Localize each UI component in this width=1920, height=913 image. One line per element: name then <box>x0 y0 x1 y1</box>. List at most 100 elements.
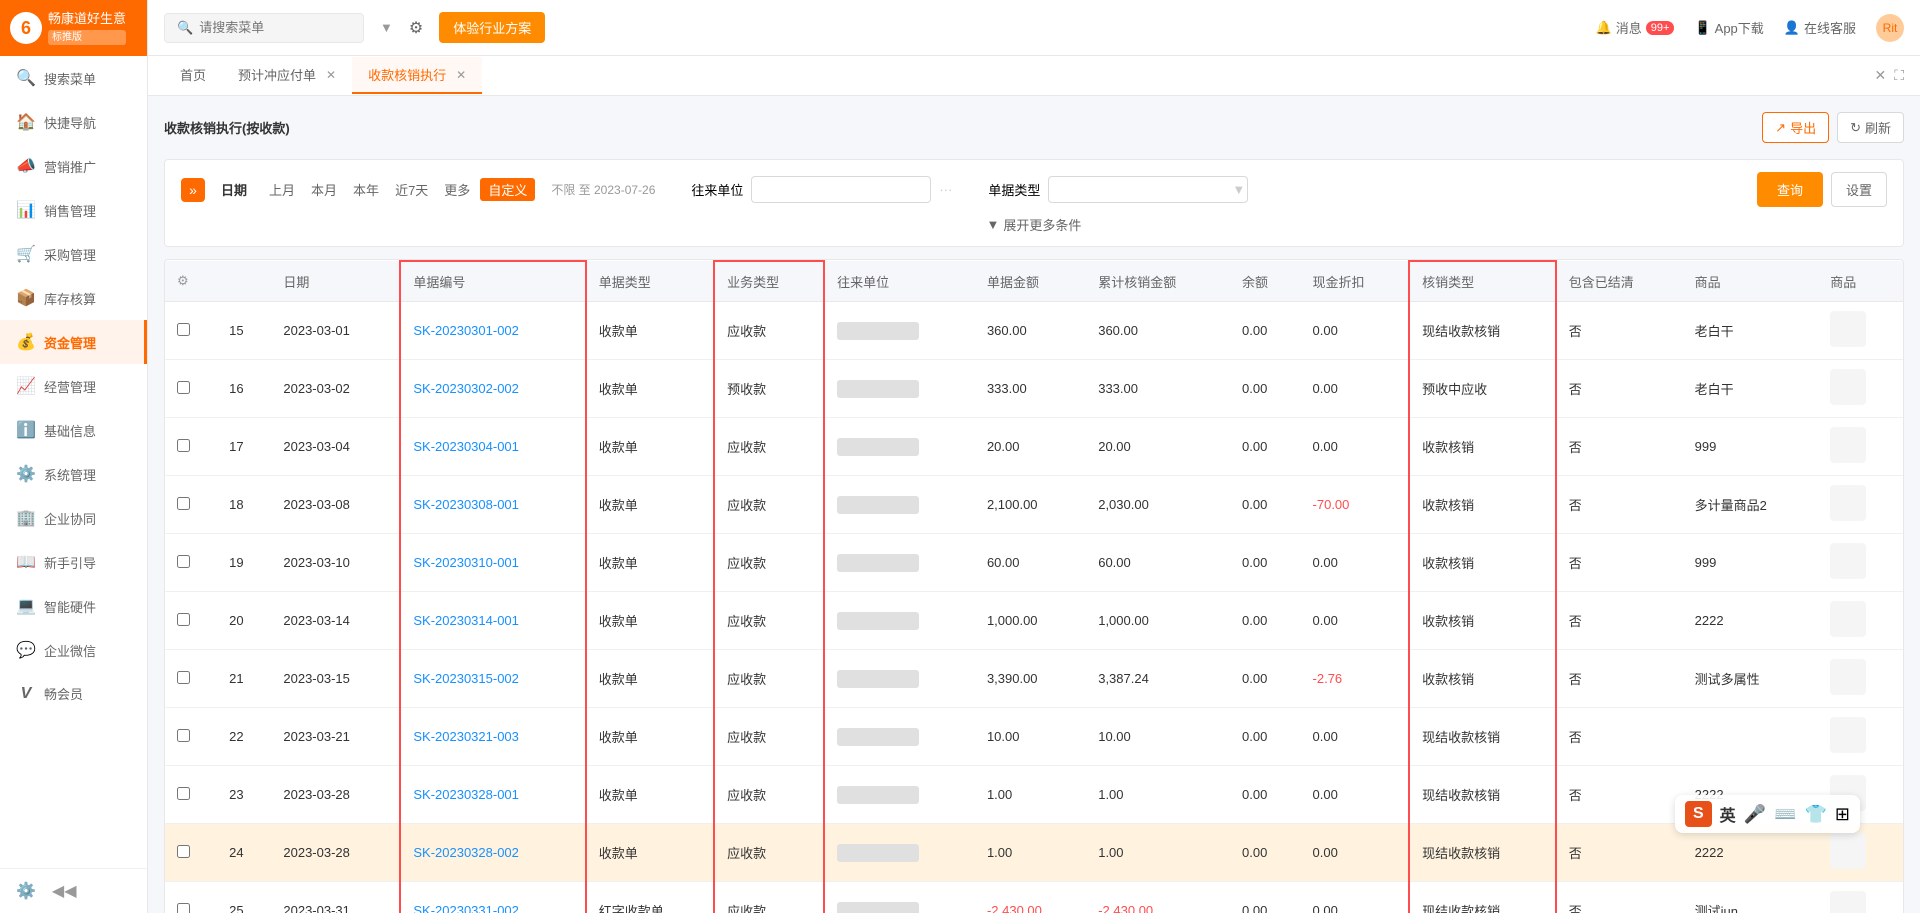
row-checkbox[interactable] <box>177 439 190 452</box>
sidebar-item-finance[interactable]: 💰 资金管理 <box>0 320 147 364</box>
tab-close-receipt[interactable]: ✕ <box>456 68 466 82</box>
export-button[interactable]: ↗ 导出 <box>1762 112 1829 143</box>
cell-index: 18 <box>217 476 271 534</box>
row-checkbox[interactable] <box>177 671 190 684</box>
user-avatar[interactable]: Rit <box>1876 14 1904 42</box>
filter-expand-button[interactable]: » <box>181 178 205 202</box>
sidebar-item-search[interactable]: 🔍 搜索菜单 <box>0 56 147 100</box>
solution-button[interactable]: 体验行业方案 <box>439 12 545 43</box>
cell-checkbox[interactable] <box>165 302 217 360</box>
dropdown-arrow-icon[interactable]: ▼ <box>380 20 393 35</box>
app-download-item[interactable]: 📱 App下载 <box>1694 18 1763 37</box>
row-checkbox[interactable] <box>177 555 190 568</box>
sidebar-item-system[interactable]: ⚙️ 系统管理 <box>0 452 147 496</box>
cell-checkbox[interactable] <box>165 418 217 476</box>
cell-checkbox[interactable] <box>165 824 217 882</box>
cell-balance: 0.00 <box>1230 766 1301 824</box>
finance-icon: 💰 <box>16 332 36 352</box>
tabbar-close-icon[interactable]: ✕ <box>1874 67 1886 84</box>
sidebar-item-hardware[interactable]: 💻 智能硬件 <box>0 584 147 628</box>
mic-icon[interactable]: 🎤 <box>1744 804 1766 825</box>
slip-no-link[interactable]: SK-20230302-002 <box>413 381 519 396</box>
slip-no-link[interactable]: SK-20230308-001 <box>413 497 519 512</box>
cell-checkbox[interactable] <box>165 360 217 418</box>
collapse-icon[interactable]: ◀◀ <box>52 881 77 901</box>
row-checkbox[interactable] <box>177 323 190 336</box>
slip-no-link[interactable]: SK-20230328-001 <box>413 787 519 802</box>
date-this-month[interactable]: 本月 <box>305 178 343 201</box>
col-settings-icon[interactable]: ⚙ <box>177 273 189 288</box>
slip-no-link[interactable]: SK-20230304-001 <box>413 439 519 454</box>
date-custom-btn[interactable]: 自定义 <box>480 178 535 201</box>
slip-no-link[interactable]: SK-20230310-001 <box>413 555 519 570</box>
sidebar-item-marketing[interactable]: 📣 营销推广 <box>0 144 147 188</box>
sidebar-item-quicknav[interactable]: 🏠 快捷导航 <box>0 100 147 144</box>
row-checkbox[interactable] <box>177 381 190 394</box>
tab-receipt[interactable]: 收款核销执行 ✕ <box>352 57 482 94</box>
cell-checkbox[interactable] <box>165 476 217 534</box>
date-last-month[interactable]: 上月 <box>263 178 301 201</box>
search-input[interactable] <box>199 20 339 35</box>
slip-no-link[interactable]: SK-20230321-003 <box>413 729 519 744</box>
sidebar-item-operations[interactable]: 📈 经营管理 <box>0 364 147 408</box>
query-button[interactable]: 查询 <box>1757 172 1823 207</box>
col-settings[interactable]: ⚙ <box>165 261 217 302</box>
sidebar-item-member[interactable]: V 畅会员 <box>0 672 147 715</box>
filter-row: » 日期 上月 本月 本年 近7天 更多 自定义 不限 至 2023-07-26… <box>181 172 1887 207</box>
cell-goods2 <box>1818 650 1903 708</box>
settings-bottom-icon[interactable]: ⚙️ <box>16 881 36 901</box>
sidebar-item-label: 销售管理 <box>44 201 96 220</box>
tab-home[interactable]: 首页 <box>164 57 222 94</box>
tab-pending[interactable]: 预计冲应付单 ✕ <box>222 57 352 94</box>
tab-close-pending[interactable]: ✕ <box>326 68 336 82</box>
sidebar-item-purchase[interactable]: 🛒 采购管理 <box>0 232 147 276</box>
row-checkbox[interactable] <box>177 845 190 858</box>
refresh-button[interactable]: ↻ 刷新 <box>1837 112 1904 143</box>
counterpart-input[interactable] <box>751 176 931 203</box>
date-more[interactable]: 更多 <box>438 178 476 201</box>
row-checkbox[interactable] <box>177 497 190 510</box>
date-7days[interactable]: 近7天 <box>389 178 434 201</box>
sidebar-item-sales[interactable]: 📊 销售管理 <box>0 188 147 232</box>
cell-counterpart: ████ <box>824 882 975 913</box>
row-checkbox[interactable] <box>177 903 190 913</box>
cell-checkbox[interactable] <box>165 708 217 766</box>
slip-no-link[interactable]: SK-20230315-002 <box>413 671 519 686</box>
row-checkbox[interactable] <box>177 613 190 626</box>
slip-no-link[interactable]: SK-20230328-002 <box>413 845 519 860</box>
slip-no-link[interactable]: SK-20230314-001 <box>413 613 519 628</box>
page-actions: ↗ 导出 ↻ 刷新 <box>1762 112 1904 143</box>
expand-more-button[interactable]: ▼ 展开更多条件 <box>987 215 1082 234</box>
cell-slip-type: 收款单 <box>586 650 714 708</box>
search-icon: 🔍 <box>177 20 193 36</box>
cell-counterpart: ████ <box>824 302 975 360</box>
sidebar-item-wechat[interactable]: 💬 企业微信 <box>0 628 147 672</box>
table-row: 24 2023-03-28 SK-20230328-002 收款单 应收款 ██… <box>165 824 1903 882</box>
cell-checkbox[interactable] <box>165 882 217 913</box>
row-checkbox[interactable] <box>177 729 190 742</box>
keyboard-icon[interactable]: ⌨️ <box>1774 804 1796 825</box>
cell-checkbox[interactable] <box>165 534 217 592</box>
logo-text: 畅康道好生意 标推版 <box>48 11 126 45</box>
tabbar-expand-icon[interactable]: ⛶ <box>1894 67 1904 84</box>
message-item[interactable]: 🔔 消息 99+ <box>1596 18 1675 37</box>
shirt-icon[interactable]: 👕 <box>1804 804 1826 825</box>
sidebar-item-inventory[interactable]: 📦 库存核算 <box>0 276 147 320</box>
sidebar-item-guide[interactable]: 📖 新手引导 <box>0 540 147 584</box>
sidebar-item-basic[interactable]: ℹ️ 基础信息 <box>0 408 147 452</box>
grid-icon[interactable]: ⊞ <box>1835 804 1850 825</box>
cell-checkbox[interactable] <box>165 592 217 650</box>
cell-checkbox[interactable] <box>165 650 217 708</box>
cell-cancel-type: 预收中应收 <box>1409 360 1556 418</box>
slip-type-select[interactable] <box>1048 176 1248 203</box>
row-checkbox[interactable] <box>177 787 190 800</box>
topbar-search-box[interactable]: 🔍 <box>164 13 364 43</box>
setting-button[interactable]: 设置 <box>1831 172 1887 207</box>
cell-checkbox[interactable] <box>165 766 217 824</box>
slip-no-link[interactable]: SK-20230301-002 <box>413 323 519 338</box>
topbar-gear-icon[interactable]: ⚙ <box>409 18 423 38</box>
date-this-year[interactable]: 本年 <box>347 178 385 201</box>
sidebar-item-enterprise[interactable]: 🏢 企业协同 <box>0 496 147 540</box>
slip-no-link[interactable]: SK-20230331-002 <box>413 903 519 913</box>
service-item[interactable]: 👤 在线客服 <box>1784 18 1856 37</box>
